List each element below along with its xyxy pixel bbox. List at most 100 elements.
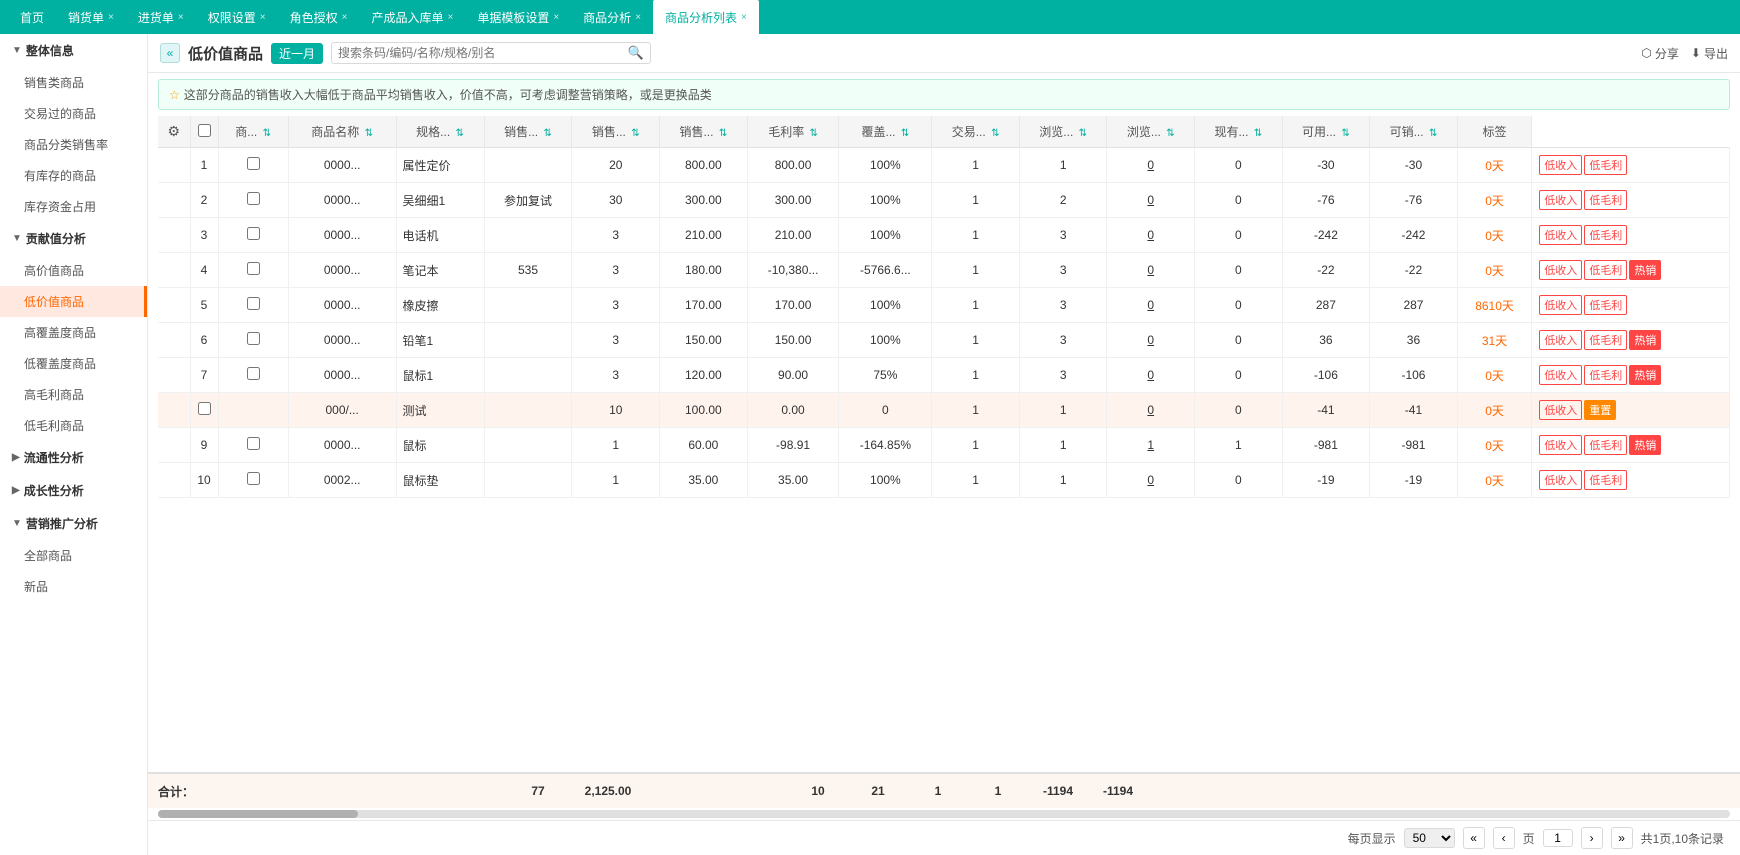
- sort-icon[interactable]: ⇅: [543, 128, 551, 139]
- sidebar-group-marketing[interactable]: ▼ 营销推广分析: [0, 507, 147, 540]
- nav-role-auth[interactable]: 角色授权 ×: [278, 0, 360, 34]
- sort-icon[interactable]: ⇅: [719, 128, 727, 139]
- row-checkbox[interactable]: [247, 297, 260, 310]
- row-checkbox[interactable]: [247, 332, 260, 345]
- row-view1[interactable]: 1: [1107, 428, 1195, 463]
- page-number-input[interactable]: [1543, 829, 1573, 847]
- nav-product-analysis[interactable]: 商品分析 ×: [571, 0, 653, 34]
- row-checkbox-cell[interactable]: [218, 393, 288, 428]
- row-checkbox-cell[interactable]: [218, 288, 288, 323]
- row-checkbox-cell[interactable]: [218, 253, 288, 288]
- close-icon[interactable]: ×: [342, 12, 348, 23]
- row-name[interactable]: 吴细细1: [396, 183, 484, 218]
- sidebar-item-low-value[interactable]: 低价值商品: [0, 286, 147, 317]
- row-checkbox-cell[interactable]: [218, 358, 288, 393]
- sidebar-item-traded-products[interactable]: 交易过的商品: [0, 98, 147, 129]
- row-checkbox-cell[interactable]: [218, 148, 288, 183]
- row-checkbox[interactable]: [247, 192, 260, 205]
- row-name[interactable]: 电话机: [396, 218, 484, 253]
- horizontal-scrollbar[interactable]: [158, 810, 1730, 818]
- sidebar-group-growth[interactable]: ▶ 成长性分析: [0, 474, 147, 507]
- sort-icon[interactable]: ⇅: [991, 128, 999, 139]
- row-view1[interactable]: 0: [1107, 463, 1195, 498]
- sidebar-item-new-products[interactable]: 新品: [0, 571, 147, 602]
- next-page-button[interactable]: ›: [1581, 827, 1603, 849]
- sort-icon[interactable]: ⇅: [1254, 128, 1262, 139]
- row-name[interactable]: 铅笔1: [396, 323, 484, 358]
- close-icon[interactable]: ×: [553, 12, 559, 23]
- sidebar-item-low-margin[interactable]: 低毛利商品: [0, 410, 147, 441]
- row-checkbox-cell[interactable]: [218, 428, 288, 463]
- nav-home[interactable]: 首页: [8, 0, 56, 34]
- row-checkbox[interactable]: [247, 227, 260, 240]
- sort-icon[interactable]: ⇅: [1079, 128, 1087, 139]
- nav-product-analysis-list[interactable]: 商品分析列表 ×: [653, 0, 759, 34]
- row-checkbox[interactable]: [247, 157, 260, 170]
- row-checkbox[interactable]: [247, 472, 260, 485]
- row-name[interactable]: 橡皮擦: [396, 288, 484, 323]
- scrollbar-thumb[interactable]: [158, 810, 358, 818]
- sidebar-item-high-coverage[interactable]: 高覆盖度商品: [0, 317, 147, 348]
- sidebar-item-high-margin[interactable]: 高毛利商品: [0, 379, 147, 410]
- row-name[interactable]: 属性定价: [396, 148, 484, 183]
- sidebar-item-low-coverage[interactable]: 低覆盖度商品: [0, 348, 147, 379]
- collapse-button[interactable]: «: [160, 43, 180, 63]
- row-checkbox[interactable]: [247, 367, 260, 380]
- row-checkbox-cell[interactable]: [218, 463, 288, 498]
- sidebar-item-all-products[interactable]: 全部商品: [0, 540, 147, 571]
- row-name[interactable]: 鼠标: [396, 428, 484, 463]
- sidebar-item-category-rate[interactable]: 商品分类销售率: [0, 129, 147, 160]
- sidebar-group-liquidity[interactable]: ▶ 流通性分析: [0, 441, 147, 474]
- row-view1[interactable]: 0: [1107, 393, 1195, 428]
- sidebar-group-overview[interactable]: ▼ 整体信息: [0, 34, 147, 67]
- row-view1[interactable]: 0: [1107, 148, 1195, 183]
- row-view1[interactable]: 0: [1107, 253, 1195, 288]
- row-checkbox-cell[interactable]: [218, 183, 288, 218]
- first-page-button[interactable]: «: [1463, 827, 1485, 849]
- row-view1[interactable]: 0: [1107, 323, 1195, 358]
- sort-icon[interactable]: ⇅: [1341, 128, 1349, 139]
- export-button[interactable]: ⬇ 导出: [1691, 45, 1728, 62]
- sort-icon[interactable]: ⇅: [263, 128, 271, 139]
- nav-template-settings[interactable]: 单据模板设置 ×: [465, 0, 571, 34]
- select-all-checkbox[interactable]: [198, 124, 211, 137]
- row-checkbox[interactable]: [247, 437, 260, 450]
- row-name[interactable]: 鼠标垫: [396, 463, 484, 498]
- sort-icon[interactable]: ⇅: [365, 128, 373, 139]
- close-icon[interactable]: ×: [108, 12, 114, 23]
- gear-icon[interactable]: ⚙: [167, 123, 180, 139]
- close-icon[interactable]: ×: [260, 12, 266, 23]
- sidebar-item-sales-products[interactable]: 销售类商品: [0, 67, 147, 98]
- close-icon[interactable]: ×: [741, 12, 747, 23]
- checkbox-column-header[interactable]: [190, 116, 218, 148]
- row-checkbox-cell[interactable]: [218, 218, 288, 253]
- prev-page-button[interactable]: ‹: [1493, 827, 1515, 849]
- sort-icon[interactable]: ⇅: [810, 128, 818, 139]
- search-input[interactable]: [338, 46, 624, 60]
- close-icon[interactable]: ×: [178, 12, 184, 23]
- sort-icon[interactable]: ⇅: [631, 128, 639, 139]
- close-icon[interactable]: ×: [447, 12, 453, 23]
- sort-icon[interactable]: ⇅: [901, 128, 909, 139]
- row-view1[interactable]: 0: [1107, 358, 1195, 393]
- last-page-button[interactable]: »: [1611, 827, 1633, 849]
- sort-icon[interactable]: ⇅: [456, 128, 464, 139]
- nav-sales-order[interactable]: 销货单 ×: [56, 0, 126, 34]
- period-button[interactable]: 近一月: [271, 43, 323, 64]
- page-size-select[interactable]: 50 100 200: [1404, 828, 1455, 848]
- row-view1[interactable]: 0: [1107, 183, 1195, 218]
- nav-purchase-order[interactable]: 进货单 ×: [126, 0, 196, 34]
- row-checkbox-cell[interactable]: [218, 323, 288, 358]
- settings-column-header[interactable]: ⚙: [158, 116, 190, 148]
- nav-permission-settings[interactable]: 权限设置 ×: [196, 0, 278, 34]
- sidebar-group-contribution[interactable]: ▼ 贡献值分析: [0, 222, 147, 255]
- nav-finished-goods[interactable]: 产成品入库单 ×: [359, 0, 465, 34]
- sort-icon[interactable]: ⇅: [1166, 128, 1174, 139]
- row-name[interactable]: 笔记本: [396, 253, 484, 288]
- sidebar-item-in-stock[interactable]: 有库存的商品: [0, 160, 147, 191]
- row-view1[interactable]: 0: [1107, 218, 1195, 253]
- sort-icon[interactable]: ⇅: [1429, 128, 1437, 139]
- sidebar-item-stock-capital[interactable]: 库存资金占用: [0, 191, 147, 222]
- row-checkbox[interactable]: [198, 402, 211, 415]
- row-name[interactable]: 测试: [396, 393, 484, 428]
